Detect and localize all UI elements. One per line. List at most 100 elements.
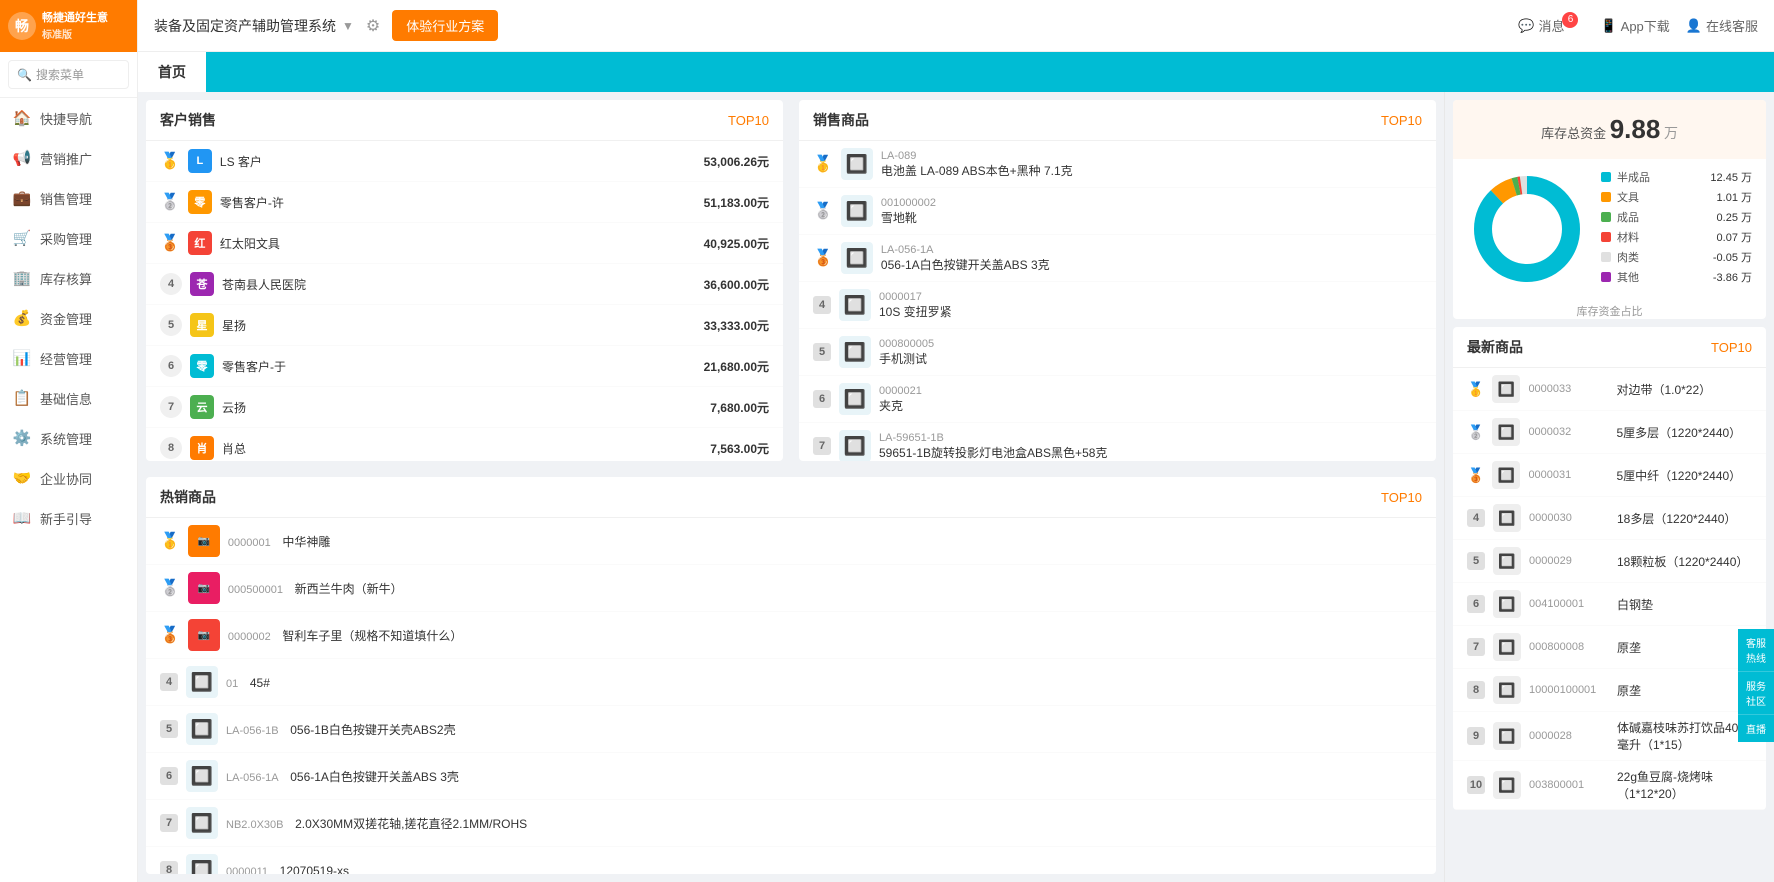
customer-rank-item[interactable]: 🥈 零 零售客户-许 51,183.00元: [146, 182, 783, 223]
customer-name: 云扬: [222, 399, 702, 416]
content-area: 客户销售 TOP10 🥇 L LS 客户 53,006.26元 🥈 零 零售客户…: [138, 92, 1774, 882]
new-product-item[interactable]: 8 🔲 10000100001 原垄: [1453, 669, 1766, 712]
sidebar-item-quick-nav[interactable]: 🏠 快捷导航: [0, 98, 137, 138]
rank-number: 7: [160, 814, 178, 832]
customer-avatar: 肖: [190, 436, 214, 460]
app-download-button[interactable]: 📱 App下载: [1600, 16, 1669, 35]
new-product-code: 003800001: [1529, 779, 1609, 791]
legend-color-dot: [1601, 272, 1611, 282]
legend-label-text: 成品: [1617, 209, 1711, 225]
legend-label-text: 其他: [1617, 269, 1707, 285]
product-rank-list[interactable]: 🥇 🔲 LA-089 电池盖 LA-089 ABS本色+黑种 7.1克 🥈 🔲 …: [799, 141, 1436, 461]
message-button[interactable]: 💬 消息 6: [1518, 16, 1584, 35]
product-rank-item[interactable]: 7 🔲 LA-59651-1B 59651-1B旋转投影灯电池盒ABS黑色+58…: [799, 423, 1436, 461]
customer-rank-item[interactable]: 5 星 星扬 33,333.00元: [146, 305, 783, 346]
settings-icon[interactable]: ⚙: [366, 16, 380, 36]
product-name: 雪地靴: [881, 209, 1422, 226]
new-product-item[interactable]: 🥈 🔲 0000032 5厘多层（1220*2440）: [1453, 411, 1766, 454]
float-service-btn[interactable]: 客服热线: [1738, 629, 1774, 672]
sidebar-item-marketing[interactable]: 📢 营销推广: [0, 138, 137, 178]
customer-rank-section: 客户销售 TOP10 🥇 L LS 客户 53,006.26元 🥈 零 零售客户…: [138, 92, 791, 469]
right-column: 库存总资金 9.88 万: [1444, 92, 1774, 882]
customer-rank-item[interactable]: 4 苍 苍南县人民医院 36,600.00元: [146, 264, 783, 305]
hot-product-info: LA-056-1B 056-1B白色按键开关壳ABS2壳: [226, 721, 1422, 738]
product-rank-item[interactable]: 5 🔲 000800005 手机测试: [799, 329, 1436, 376]
nav-label-finance: 资金管理: [40, 309, 92, 328]
hot-product-item[interactable]: 🥉 📷 0000002 智利车子里（规格不知道填什么）: [146, 612, 1436, 659]
sidebar-item-company[interactable]: 🤝 企业协同: [0, 458, 137, 498]
hot-product-item[interactable]: 🥈 📷 000500001 新西兰牛肉（新牛）: [146, 565, 1436, 612]
hot-products-list: 🥇 📷 0000001 中华神雕 🥈 📷 000500001 新西兰牛肉（新牛）…: [146, 518, 1436, 874]
float-live-btn[interactable]: 直播: [1738, 715, 1774, 742]
product-rank-item[interactable]: 6 🔲 0000021 夹克: [799, 376, 1436, 423]
product-info: 0000021 夹克: [879, 385, 1422, 414]
new-product-icon: 🔲: [1493, 676, 1521, 704]
new-product-name: 原垄: [1617, 639, 1752, 656]
hot-product-item[interactable]: 6 🔲 LA-056-1A 056-1A白色按键开关盖ABS 3壳: [146, 753, 1436, 800]
customer-value: 7,563.00元: [710, 440, 769, 457]
product-info: 001000002 雪地靴: [881, 197, 1422, 226]
hot-product-name: 智利车子里（规格不知道填什么）: [282, 629, 462, 643]
nav-label-sales: 销售管理: [40, 189, 92, 208]
customer-name: 肖总: [222, 440, 702, 457]
nav-label-quick: 快捷导航: [40, 109, 92, 128]
customer-rank-item[interactable]: 🥉 红 红太阳文具 40,925.00元: [146, 223, 783, 264]
hot-product-item[interactable]: 7 🔲 NB2.0X30B 2.0X30MM双搓花轴,搓花直径2.1MM/ROH…: [146, 800, 1436, 847]
hot-product-item[interactable]: 5 🔲 LA-056-1B 056-1B白色按键开关壳ABS2壳: [146, 706, 1436, 753]
hot-product-info: 0000011 12070519-xs: [226, 863, 1422, 875]
customer-rank-item[interactable]: 7 云 云扬 7,680.00元: [146, 387, 783, 428]
product-rank-item[interactable]: 4 🔲 0000017 10S 变扭罗紧: [799, 282, 1436, 329]
legend-value-text: 12.45 万: [1710, 169, 1752, 185]
inventory-icon: 🏢: [12, 268, 32, 288]
customer-rank-panel: 客户销售 TOP10 🥇 L LS 客户 53,006.26元 🥈 零 零售客户…: [146, 100, 783, 461]
new-product-item[interactable]: 🥇 🔲 0000033 对边带（1.0*22）: [1453, 368, 1766, 411]
new-products-tag: TOP10: [1711, 340, 1752, 355]
float-community-btn[interactable]: 服务社区: [1738, 672, 1774, 715]
sidebar-item-operation[interactable]: 📊 经营管理: [0, 338, 137, 378]
customer-rank-item[interactable]: 6 零 零售客户-于 21,680.00元: [146, 346, 783, 387]
search-menu-button[interactable]: 🔍 搜索菜单: [8, 60, 129, 89]
hot-product-item[interactable]: 4 🔲 01 45#: [146, 659, 1436, 706]
bronze-medal-icon: 🥉: [160, 233, 180, 253]
product-image: 🔲: [839, 336, 871, 368]
hot-product-item[interactable]: 🥇 📷 0000001 中华神雕: [146, 518, 1436, 565]
hot-product-name: 056-1B白色按键开关壳ABS2壳: [290, 723, 455, 737]
try-plan-button[interactable]: 体验行业方案: [392, 10, 498, 41]
system-name-area: 装备及固定资产辅助管理系统 ▼: [154, 16, 354, 36]
new-product-item[interactable]: 6 🔲 004100001 白钢垫: [1453, 583, 1766, 626]
new-product-item[interactable]: 4 🔲 0000030 18多层（1220*2440）: [1453, 497, 1766, 540]
rank-number: 9: [1467, 727, 1485, 745]
customer-rank-item[interactable]: 8 肖 肖总 7,563.00元: [146, 428, 783, 461]
sidebar-item-system[interactable]: ⚙️ 系统管理: [0, 418, 137, 458]
new-product-code: 0000028: [1529, 730, 1609, 742]
new-product-item[interactable]: 7 🔲 000800008 原垄: [1453, 626, 1766, 669]
customer-rank-item[interactable]: 🥇 L LS 客户 53,006.26元: [146, 141, 783, 182]
customer-rank-list[interactable]: 🥇 L LS 客户 53,006.26元 🥈 零 零售客户-许 51,183.0…: [146, 141, 783, 461]
silver-medal-icon: 🥈: [160, 192, 180, 212]
hot-product-item[interactable]: 8 🔲 0000011 12070519-xs: [146, 847, 1436, 874]
customer-rank-title: 客户销售: [160, 110, 216, 130]
sidebar-item-basic[interactable]: 📋 基础信息: [0, 378, 137, 418]
top-section: 客户销售 TOP10 🥇 L LS 客户 53,006.26元 🥈 零 零售客户…: [138, 92, 1444, 469]
sidebar-nav: 🏠 快捷导航 📢 营销推广 💼 销售管理 🛒 采购管理 🏢 库存核算 💰 资金管…: [0, 98, 137, 538]
product-rank-item[interactable]: 🥉 🔲 LA-056-1A 056-1A白色按键开关盖ABS 3克: [799, 235, 1436, 282]
new-products-list: 🥇 🔲 0000033 对边带（1.0*22） 🥈 🔲 0000032 5厘多层…: [1453, 368, 1766, 810]
product-rank-item[interactable]: 🥈 🔲 001000002 雪地靴: [799, 188, 1436, 235]
sidebar-item-purchase[interactable]: 🛒 采购管理: [0, 218, 137, 258]
product-image: 🔲: [841, 148, 873, 180]
sidebar-item-guide[interactable]: 📖 新手引导: [0, 498, 137, 538]
product-rank-item[interactable]: 🥇 🔲 LA-089 电池盖 LA-089 ABS本色+黑种 7.1克: [799, 141, 1436, 188]
new-product-item[interactable]: 🥉 🔲 0000031 5厘中纤（1220*2440）: [1453, 454, 1766, 497]
new-product-item[interactable]: 10 🔲 003800001 22g鱼豆腐-烧烤味（1*12*20）: [1453, 761, 1766, 810]
tab-home-label: 首页: [158, 64, 186, 80]
sidebar-item-finance[interactable]: 💰 资金管理: [0, 298, 137, 338]
new-product-item[interactable]: 9 🔲 0000028 体碱嘉枝味苏打饮品400毫升（1*15）: [1453, 712, 1766, 761]
tab-home[interactable]: 首页: [138, 52, 206, 92]
new-product-item[interactable]: 5 🔲 0000029 18颗粒板（1220*2440）: [1453, 540, 1766, 583]
sidebar-item-sales[interactable]: 💼 销售管理: [0, 178, 137, 218]
legend-label-text: 肉类: [1617, 249, 1707, 265]
sidebar-item-inventory[interactable]: 🏢 库存核算: [0, 258, 137, 298]
online-service-button[interactable]: 👤 在线客服: [1686, 16, 1758, 35]
main-area: 装备及固定资产辅助管理系统 ▼ ⚙ 体验行业方案 💬 消息 6 📱 App下载 …: [138, 0, 1774, 882]
basic-icon: 📋: [12, 388, 32, 408]
